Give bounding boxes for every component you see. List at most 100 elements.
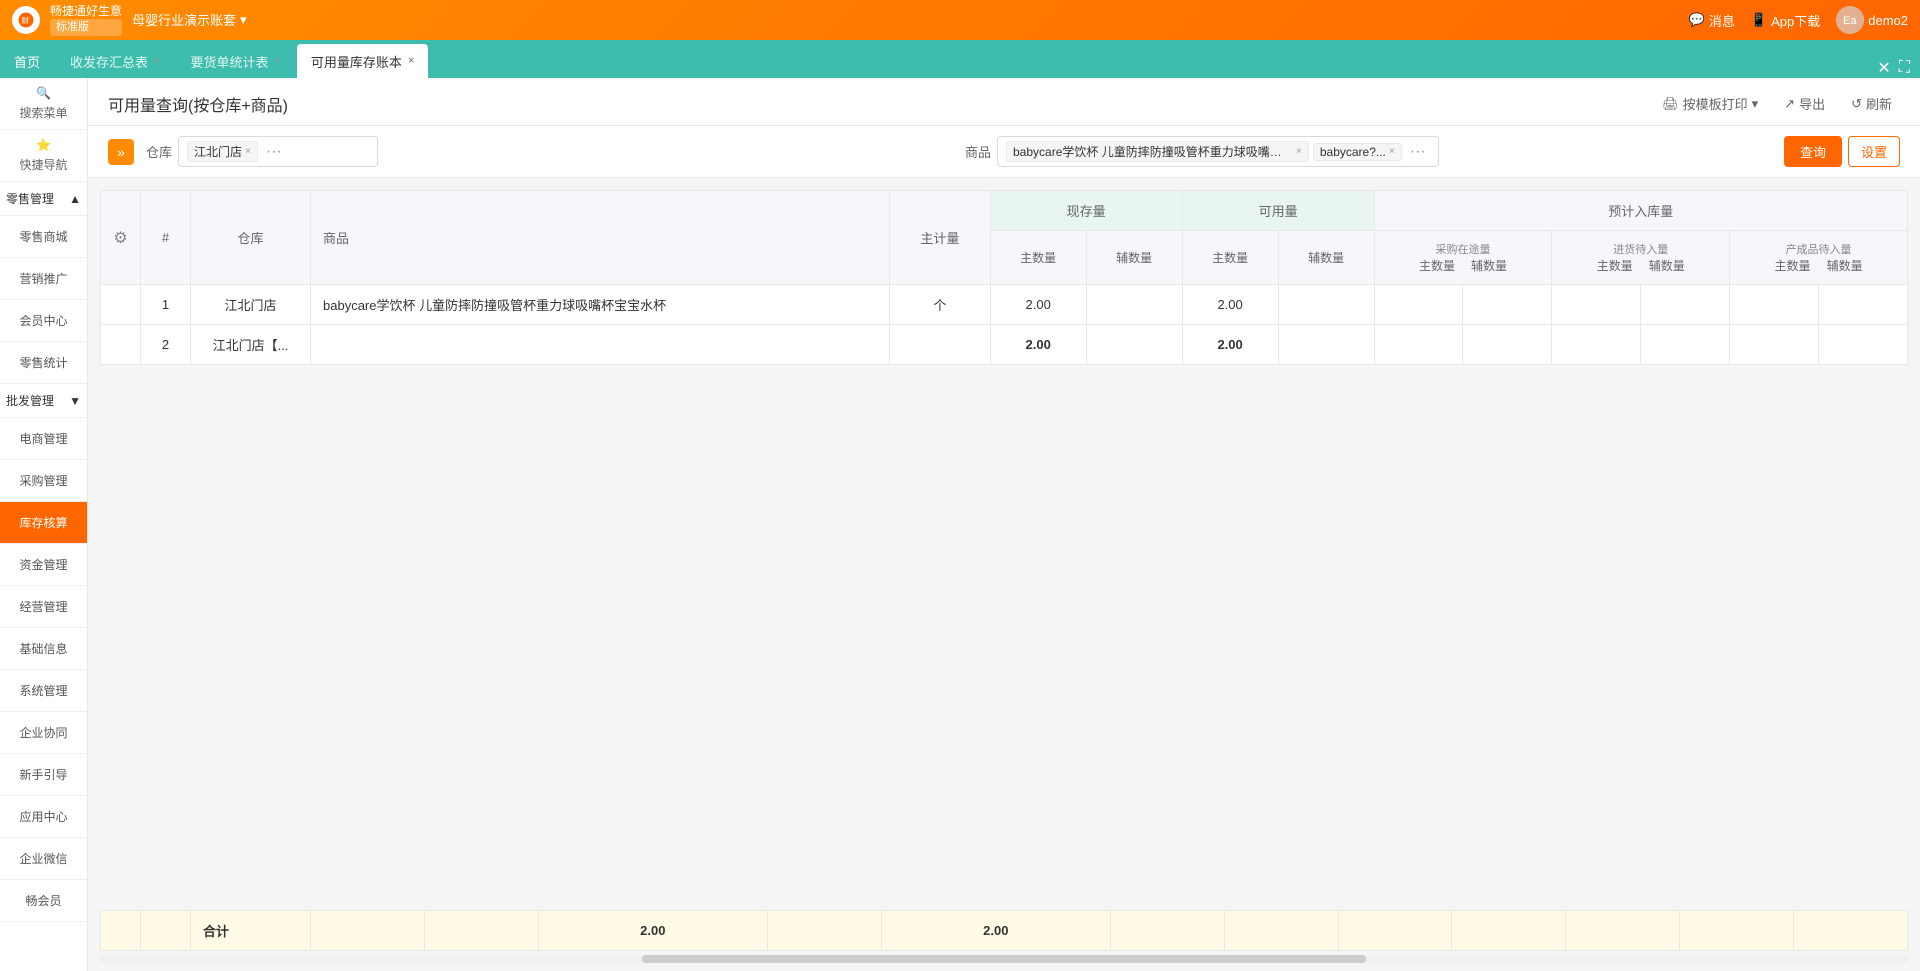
svg-text:Ea: Ea [1843, 15, 1857, 27]
sidebar-quick-nav[interactable]: ⭐ 快捷导航 [0, 130, 87, 182]
print-template-btn[interactable]: 🖨 按模板打印 ▾ [1654, 90, 1766, 117]
tab-inventory-summary[interactable]: 收发存汇总表 × [56, 44, 174, 78]
maximize-icon[interactable]: ⛶ [1899, 59, 1910, 77]
close-tab-2[interactable]: × [274, 55, 280, 67]
sidebar-item-enterprise[interactable]: 企业协同 [0, 712, 87, 754]
remove-warehouse-tag-1[interactable]: × [245, 146, 251, 157]
row2-product [311, 325, 890, 365]
app-download-action[interactable]: 📱 App下载 [1751, 11, 1820, 30]
tab-available-inventory[interactable]: 可用量库存账本 × [297, 44, 428, 78]
row2-inbound-main [1552, 325, 1641, 365]
row2-inbound-aux [1641, 325, 1730, 365]
sidebar-item-finance[interactable]: 资金管理 [0, 544, 87, 586]
row1-current-main: 2.00 [990, 285, 1086, 325]
sidebar-item-wechat[interactable]: 企业微信 [0, 838, 87, 880]
sidebar: 🔍 搜索菜单 ⭐ 快捷导航 零售管理 ▲ 零售商城 营销推广 会员中心 零售统计… [0, 78, 88, 971]
product-input[interactable]: babycare学饮杯 儿童防摔防撞吸管杯重力球吸嘴杯宝宝水杯 × babyca… [997, 136, 1439, 167]
page-actions: 🖨 按模板打印 ▾ ↗ 导出 ↺ 刷新 [1654, 90, 1900, 117]
top-bar-left: 财 畅捷通好生意 标准版 母婴行业演示账套 ▾ [12, 4, 247, 36]
nav-right-icons: ✕ ⛶ [1867, 58, 1920, 78]
sidebar-item-operations[interactable]: 经营管理 [0, 586, 87, 628]
purchase-transit-header: 采购在途量 主数量 辅数量 [1374, 231, 1552, 285]
sidebar-item-basic-info[interactable]: 基础信息 [0, 628, 87, 670]
settings-btn[interactable]: 设置 [1848, 136, 1900, 167]
row2-purchase-main [1374, 325, 1463, 365]
sidebar-item-inventory[interactable]: 库存核算 [0, 502, 87, 544]
row1-warehouse: 江北门店 [191, 285, 311, 325]
refresh-btn[interactable]: ↺ 刷新 [1843, 90, 1900, 117]
print-icon: 🖨 [1662, 96, 1679, 112]
col-available-qty-header: 可用量 [1182, 191, 1374, 231]
sidebar-item-newbie[interactable]: 新手引导 [0, 754, 87, 796]
export-icon: ↗ [1784, 96, 1795, 112]
tab-order-stats[interactable]: 要货单统计表 × [176, 44, 294, 78]
remove-product-tag-1[interactable]: × [1296, 146, 1302, 157]
row1-production-main [1730, 285, 1819, 325]
remove-product-tag-2[interactable]: × [1389, 146, 1395, 157]
col-num-header: # [141, 191, 191, 285]
warehouse-tag-1[interactable]: 江北门店 × [187, 141, 258, 162]
row2-unit [890, 325, 991, 365]
sidebar-item-retail-mall[interactable]: 零售商城 [0, 216, 87, 258]
message-icon: 💬 [1689, 12, 1705, 28]
available-main-header: 主数量 [1182, 231, 1278, 285]
filter-toggle-btn[interactable]: » [108, 139, 134, 165]
top-bar-right: 💬 消息 📱 App下载 Ea demo2 [1689, 6, 1908, 34]
product-more-btn[interactable]: ··· [1406, 143, 1430, 161]
export-btn[interactable]: ↗ 导出 [1776, 90, 1833, 117]
sidebar-item-system[interactable]: 系统管理 [0, 670, 87, 712]
table-row: 1 江北门店 babycare学饮杯 儿童防摔防撞吸管杯重力球吸嘴杯宝宝水杯 个… [101, 285, 1908, 325]
warehouse-more-btn[interactable]: ··· [262, 143, 286, 161]
refresh-icon: ↺ [1851, 96, 1862, 112]
row1-product: babycare学饮杯 儿童防摔防撞吸管杯重力球吸嘴杯宝宝水杯 [311, 285, 890, 325]
horizontal-scrollbar[interactable] [100, 955, 1908, 963]
top-bar: 财 畅捷通好生意 标准版 母婴行业演示账套 ▾ 💬 消息 📱 App下载 Ea … [0, 0, 1920, 40]
query-btn[interactable]: 查询 [1784, 136, 1842, 167]
industry-selector[interactable]: 母婴行业演示账套 ▾ [132, 10, 247, 29]
nav-tabs: 首页 收发存汇总表 × 要货单统计表 × 可用量库存账本 × ✕ ⛶ [0, 40, 1920, 78]
close-tab-1[interactable]: × [154, 55, 160, 67]
gear-icon[interactable]: ⚙ [113, 230, 127, 247]
product-label: 商品 [965, 142, 991, 161]
row1-current-aux [1086, 285, 1182, 325]
sidebar-search-menu[interactable]: 🔍 搜索菜单 [0, 78, 87, 130]
row2-current-aux [1086, 325, 1182, 365]
row2-num: 2 [141, 325, 191, 365]
col-current-qty-header: 现存量 [990, 191, 1182, 231]
total-row: 合计 2.00 2.00 [101, 911, 1908, 951]
sidebar-item-membership[interactable]: 会员中心 [0, 300, 87, 342]
close-window-icon[interactable]: ✕ [1877, 58, 1890, 78]
avatar: Ea [1836, 6, 1864, 34]
warehouse-input[interactable]: 江北门店 × ··· [178, 136, 378, 167]
product-tag-2[interactable]: babycare?... × [1313, 143, 1402, 161]
sidebar-item-member[interactable]: 畅会员 [0, 880, 87, 922]
row1-purchase-aux [1463, 285, 1552, 325]
sidebar-item-ecommerce[interactable]: 电商管理 [0, 418, 87, 460]
total-available-main: 2.00 [881, 911, 1110, 951]
data-table: ⚙ # 仓库 商品 主计量 现存量 可用量 预计入库量 主数量 [100, 190, 1908, 365]
print-chevron-icon: ▾ [1752, 96, 1759, 112]
sidebar-item-wholesale[interactable]: 批发管理 ▼ [0, 384, 87, 418]
user-profile[interactable]: Ea demo2 [1836, 6, 1908, 34]
row2-production-aux [1819, 325, 1908, 365]
col-product-header: 商品 [311, 191, 890, 285]
col-warehouse-header: 仓库 [191, 191, 311, 285]
total-area: 合计 2.00 2.00 [88, 910, 1920, 971]
sidebar-item-retail-stats[interactable]: 零售统计 [0, 342, 87, 384]
row2-settings [101, 325, 141, 365]
sidebar-item-marketing[interactable]: 营销推广 [0, 258, 87, 300]
message-action[interactable]: 💬 消息 [1689, 11, 1735, 30]
row2-warehouse: 江北门店【... [191, 325, 311, 365]
sidebar-item-retail-management[interactable]: 零售管理 ▲ [0, 182, 87, 216]
sidebar-item-app-center[interactable]: 应用中心 [0, 796, 87, 838]
template-badge: 标准版 [50, 19, 122, 36]
row1-inbound-main [1552, 285, 1641, 325]
col-settings-header[interactable]: ⚙ [101, 191, 141, 285]
product-tag-1[interactable]: babycare学饮杯 儿童防摔防撞吸管杯重力球吸嘴杯宝宝水杯 × [1006, 141, 1309, 162]
row1-settings [101, 285, 141, 325]
tab-home[interactable]: 首页 [0, 44, 54, 78]
filter-actions: 查询 设置 [1784, 136, 1900, 167]
close-tab-3[interactable]: × [408, 55, 414, 67]
page-header: 可用量查询(按仓库+商品) 🖨 按模板打印 ▾ ↗ 导出 ↺ 刷新 [88, 78, 1920, 126]
sidebar-item-purchase[interactable]: 采购管理 [0, 460, 87, 502]
